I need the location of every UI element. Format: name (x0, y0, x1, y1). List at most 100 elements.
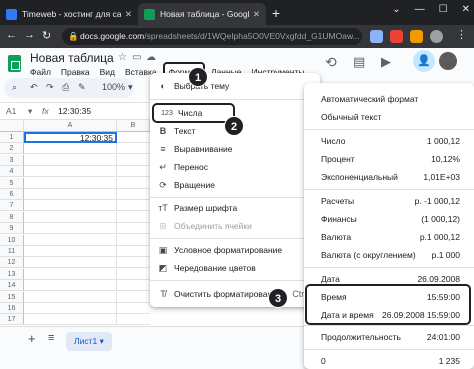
cell[interactable] (24, 200, 117, 212)
menu-item-alignment[interactable]: ≡ Выравнивание ▸ (150, 140, 320, 158)
profile-icon[interactable] (430, 30, 443, 43)
menu-item-alternating-colors[interactable]: ◩ Чередование цветов (150, 259, 320, 277)
menu-view[interactable]: Вид (100, 67, 115, 77)
print-icon[interactable]: ⎙ (62, 82, 69, 93)
row-header[interactable]: 13 (0, 268, 24, 280)
cell[interactable] (117, 235, 150, 246)
cell[interactable] (117, 166, 150, 178)
sheet-tab-list1[interactable]: Лист1 ▾ (66, 332, 112, 351)
column-header-b[interactable]: B (117, 120, 150, 132)
cell[interactable] (117, 212, 150, 223)
row-header[interactable]: 1 (0, 132, 24, 143)
cell[interactable] (24, 143, 117, 155)
row-header[interactable]: 5 (0, 177, 24, 189)
number-format-option[interactable]: 0 1 235 (304, 353, 474, 369)
cell-a1[interactable]: 12:30:35 (24, 132, 117, 143)
row-header[interactable]: 7 (0, 200, 24, 212)
menu-item-theme[interactable]: ◐ Выбрать тему (150, 77, 320, 95)
cell[interactable] (117, 292, 150, 303)
minimize-icon[interactable]: — (415, 4, 425, 15)
formula-input[interactable]: 12:30:35 (58, 106, 91, 116)
menu-item-rotation[interactable]: ⟳ Вращение ▸ (150, 176, 320, 194)
redo-icon[interactable]: ↷ (46, 82, 54, 93)
forward-icon[interactable]: → (24, 29, 35, 41)
number-format-option[interactable]: Валюта р.1 000,12 (304, 229, 474, 245)
chevron-down-icon[interactable]: ▾ (28, 106, 32, 117)
row-header[interactable]: 4 (0, 166, 24, 178)
document-title[interactable]: Новая таблица (30, 51, 114, 65)
row-header[interactable]: 14 (0, 280, 24, 292)
cell[interactable] (24, 257, 117, 269)
name-box[interactable]: A1 (6, 106, 16, 116)
cell[interactable] (117, 269, 150, 280)
row-header[interactable]: 2 (0, 143, 24, 155)
kebab-menu-icon[interactable]: ⋮ (456, 28, 467, 41)
browser-tab-sheets[interactable]: Новая таблица - Google Табли ✕ (138, 3, 266, 25)
cell[interactable] (117, 280, 150, 292)
maximize-icon[interactable]: ☐ (439, 4, 448, 15)
cell[interactable] (24, 280, 117, 292)
extension-icon[interactable] (370, 30, 383, 43)
star-icon[interactable]: ☆ (118, 52, 127, 63)
menu-item-numbers[interactable]: 123 Числа (152, 103, 235, 123)
number-format-option[interactable]: Автоматический формат (304, 91, 474, 107)
cell[interactable] (117, 143, 150, 155)
sheets-logo-icon[interactable] (8, 55, 21, 72)
share-button[interactable]: 👤 (413, 50, 435, 72)
row-header[interactable]: 16 (0, 303, 24, 314)
cell[interactable] (117, 189, 150, 200)
row-header[interactable]: 10 (0, 234, 24, 246)
zoom-select[interactable]: 100% (102, 82, 125, 92)
row-header[interactable]: 6 (0, 189, 24, 200)
menu-edit[interactable]: Правка (61, 67, 90, 77)
cell[interactable] (24, 234, 117, 246)
close-icon[interactable]: ✕ (462, 4, 470, 15)
extension-icon[interactable] (410, 30, 423, 43)
number-format-option[interactable]: Расчеты р. -1 000,12 (304, 193, 474, 209)
row-header[interactable]: 8 (0, 211, 24, 223)
menu-item-conditional-format[interactable]: ▣ Условное форматирование (150, 241, 320, 259)
all-sheets-icon[interactable]: ≡ (48, 332, 54, 344)
number-format-option[interactable]: Обычный текст (304, 109, 474, 125)
number-format-option[interactable]: Валюта (с округлением) р.1 000 (304, 247, 474, 263)
row-header[interactable]: 9 (0, 223, 24, 235)
avatar[interactable] (439, 52, 457, 70)
search-icon[interactable]: ⌕ (12, 82, 17, 93)
url-input[interactable]: 🔒 docs.google.com/spreadsheets/d/1WQeIph… (62, 28, 362, 45)
row-header[interactable]: 3 (0, 154, 24, 166)
menu-item-wrap[interactable]: ↵ Перенос ▸ (150, 158, 320, 176)
number-format-option[interactable]: Экспоненциальный 1,01E+03 (304, 169, 474, 185)
chevron-down-icon[interactable]: ⌄ (392, 4, 400, 15)
comment-icon[interactable]: ▤ (353, 54, 365, 70)
cell[interactable] (117, 223, 150, 235)
cell[interactable] (24, 211, 117, 223)
menu-item-font-size[interactable]: тT Размер шрифта ▸ (150, 199, 320, 217)
cell[interactable] (24, 291, 117, 303)
browser-tab-timeweb[interactable]: Timeweb - хостинг для сайтов ✕ (0, 3, 138, 25)
meet-icon[interactable]: ▶ (381, 54, 391, 70)
row-header[interactable]: 11 (0, 246, 24, 257)
cell[interactable] (117, 200, 150, 212)
cell[interactable] (24, 177, 117, 189)
history-icon[interactable]: ⟲ (325, 54, 337, 71)
extension-icon[interactable] (390, 30, 403, 43)
number-format-option[interactable]: Финансы (1 000,12) (304, 211, 474, 227)
cell[interactable] (117, 257, 150, 269)
paint-format-icon[interactable]: ✎ (78, 82, 86, 93)
number-format-option[interactable]: Процент 10,12% (304, 151, 474, 167)
cell[interactable] (24, 154, 117, 166)
column-header-a[interactable]: A (24, 120, 117, 132)
menu-item-clear-format[interactable]: T̸ Очистить форматирование Ctrl+\ (150, 285, 320, 303)
chevron-down-icon[interactable]: ▾ (128, 82, 133, 93)
move-folder-icon[interactable]: ▭ (132, 52, 141, 63)
cloud-icon[interactable]: ☁ (146, 52, 156, 63)
cell[interactable] (117, 178, 150, 189)
select-all-corner[interactable] (0, 120, 24, 132)
number-format-option[interactable]: Число 1 000,12 (304, 133, 474, 149)
cell[interactable] (117, 246, 150, 257)
cell[interactable] (24, 314, 117, 326)
row-header[interactable]: 17 (0, 314, 24, 326)
cell[interactable] (117, 132, 150, 143)
cell[interactable] (24, 189, 117, 200)
cell[interactable] (24, 223, 117, 235)
